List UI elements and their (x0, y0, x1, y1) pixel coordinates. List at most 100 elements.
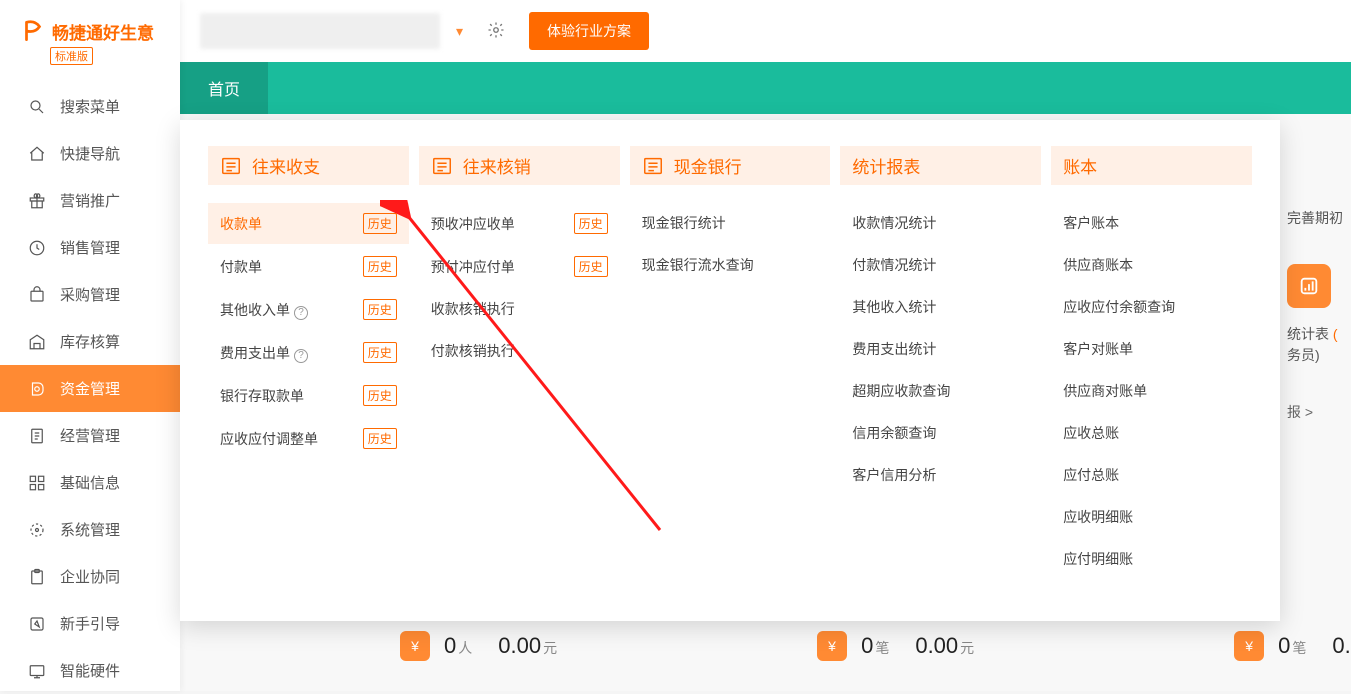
mega-item-3-0[interactable]: 收款情况统计 (840, 203, 1041, 243)
mega-item-label: 付款情况统计 (852, 255, 936, 275)
mega-item-0-4[interactable]: 银行存取款单 历史 (208, 375, 409, 416)
mega-item-4-0[interactable]: 客户账本 (1051, 203, 1252, 243)
sidebar-item-5[interactable]: 库存核算 (0, 318, 180, 365)
mega-item-label: 应收应付调整单 (220, 429, 318, 449)
sidebar-item-3[interactable]: 销售管理 (0, 224, 180, 271)
history-tag[interactable]: 历史 (363, 299, 397, 320)
history-tag[interactable]: 历史 (574, 213, 608, 234)
mega-item-label: 付款核销执行 (431, 341, 515, 361)
sidebar-item-0[interactable]: 搜索菜单 (0, 83, 180, 130)
sidebar-item-label: 资金管理 (60, 378, 120, 399)
mega-item-4-5[interactable]: 应收总账 (1051, 413, 1252, 453)
mega-item-2-1[interactable]: 现金银行流水查询 (630, 245, 831, 285)
history-tag[interactable]: 历史 (363, 213, 397, 234)
help-icon[interactable]: ? (294, 349, 308, 363)
right-edge-panel: 完善期初 统计表 ( 务员) 报 > (1281, 114, 1351, 691)
sidebar-item-12[interactable]: 智能硬件 (0, 647, 180, 694)
sidebar: 畅捷通好生意 标准版 搜索菜单快捷导航营销推广销售管理采购管理库存核算资金管理经… (0, 0, 180, 691)
mega-item-4-1[interactable]: 供应商账本 (1051, 245, 1252, 285)
money-icon (28, 380, 46, 398)
stats-icon[interactable] (1287, 264, 1331, 308)
yen-icon: ¥ (400, 631, 430, 661)
mega-col-4: 账本客户账本供应商账本应收应付余额查询客户对账单供应商对账单应收总账应付总账应收… (1051, 146, 1252, 581)
mega-col-head: 统计报表 (840, 146, 1041, 185)
home-icon (28, 145, 46, 163)
sidebar-item-label: 企业协同 (60, 566, 120, 587)
sidebar-item-2[interactable]: 营销推广 (0, 177, 180, 224)
sidebar-item-8[interactable]: 基础信息 (0, 459, 180, 506)
history-tag[interactable]: 历史 (363, 385, 397, 406)
sidebar-item-label: 采购管理 (60, 284, 120, 305)
stat-row: ¥ 0人 0.00元¥ 0笔 0.00元¥ 0笔 0.00元 (400, 631, 1331, 661)
mega-item-0-2[interactable]: 其他收入单? 历史 (208, 289, 409, 330)
mega-item-label: 收款核销执行 (431, 299, 515, 319)
mega-item-4-4[interactable]: 供应商对账单 (1051, 371, 1252, 411)
cta-button[interactable]: 体验行业方案 (529, 12, 649, 50)
mega-item-label: 现金银行统计 (642, 213, 726, 233)
mega-item-3-6[interactable]: 客户信用分析 (840, 455, 1041, 495)
mega-item-4-8[interactable]: 应付明细账 (1051, 539, 1252, 579)
mega-item-label: 银行存取款单 (220, 386, 304, 406)
sidebar-item-4[interactable]: 采购管理 (0, 271, 180, 318)
help-icon[interactable]: ? (294, 306, 308, 320)
mega-item-1-1[interactable]: 预付冲应付单历史 (419, 246, 620, 287)
gear-icon[interactable] (487, 21, 505, 42)
sidebar-item-11[interactable]: 新手引导 (0, 600, 180, 647)
history-tag[interactable]: 历史 (363, 256, 397, 277)
sidebar-item-label: 智能硬件 (60, 660, 120, 681)
mega-item-2-0[interactable]: 现金银行统计 (630, 203, 831, 243)
history-tag[interactable]: 历史 (363, 342, 397, 363)
top-bar: ▾ 体验行业方案 (180, 0, 1351, 62)
sidebar-menu: 搜索菜单快捷导航营销推广销售管理采购管理库存核算资金管理经营管理基础信息系统管理… (0, 75, 180, 694)
stat-card-1: ¥ 0笔 0.00元 (817, 631, 974, 661)
mega-item-1-2[interactable]: 收款核销执行 (419, 289, 620, 329)
mega-col-0: 往来收支收款单历史付款单历史其他收入单?历史费用支出单?历史银行存取款单历史应收… (208, 146, 409, 581)
history-tag[interactable]: 历史 (363, 428, 397, 449)
mega-item-label: 供应商对账单 (1063, 381, 1147, 401)
mega-item-0-0[interactable]: 收款单历史 (208, 203, 409, 244)
mega-item-3-3[interactable]: 费用支出统计 (840, 329, 1041, 369)
mega-item-1-3[interactable]: 付款核销执行 (419, 331, 620, 371)
compass-icon (28, 615, 46, 633)
edge-link[interactable]: 报 > (1287, 402, 1345, 422)
mega-item-3-4[interactable]: 超期应收款查询 (840, 371, 1041, 411)
mega-col-1: 往来核销预收冲应收单历史预付冲应付单历史收款核销执行付款核销执行 (419, 146, 620, 581)
edge-text-2: 统计表 ( 务员) (1287, 324, 1345, 366)
mega-item-label: 应收应付余额查询 (1063, 297, 1175, 317)
tab-home[interactable]: 首页 (180, 62, 268, 114)
stat-card-2: ¥ 0笔 0.00元 (1234, 631, 1351, 661)
tab-bar: 首页 (180, 62, 1351, 114)
mega-item-3-5[interactable]: 信用余额查询 (840, 413, 1041, 453)
mega-item-3-2[interactable]: 其他收入统计 (840, 287, 1041, 327)
history-tag[interactable]: 历史 (574, 256, 608, 277)
mega-item-1-0[interactable]: 预收冲应收单历史 (419, 203, 620, 244)
stat-card-0: ¥ 0人 0.00元 (400, 631, 557, 661)
mega-item-0-5[interactable]: 应收应付调整单 历史 (208, 418, 409, 459)
warehouse-icon (28, 333, 46, 351)
tv-icon (28, 662, 46, 680)
sidebar-item-9[interactable]: 系统管理 (0, 506, 180, 553)
mega-item-3-1[interactable]: 付款情况统计 (840, 245, 1041, 285)
sidebar-item-1[interactable]: 快捷导航 (0, 130, 180, 177)
stat-count: 0笔 (1278, 633, 1306, 659)
org-selector[interactable] (200, 13, 440, 49)
chevron-down-icon[interactable]: ▾ (456, 23, 463, 40)
stat-amount: 0.00元 (1332, 633, 1351, 659)
mega-col-2: 现金银行现金银行统计现金银行流水查询 (630, 146, 831, 581)
sidebar-item-10[interactable]: 企业协同 (0, 553, 180, 600)
mega-item-label: 现金银行流水查询 (642, 255, 754, 275)
mega-item-4-7[interactable]: 应收明细账 (1051, 497, 1252, 537)
yen-icon: ¥ (1234, 631, 1264, 661)
mega-item-0-1[interactable]: 付款单历史 (208, 246, 409, 287)
mega-item-label: 其他收入单? (220, 300, 308, 320)
sidebar-item-6[interactable]: 资金管理 (0, 365, 180, 412)
mega-item-4-6[interactable]: 应付总账 (1051, 455, 1252, 495)
mega-item-label: 客户信用分析 (852, 465, 936, 485)
mega-item-4-3[interactable]: 客户对账单 (1051, 329, 1252, 369)
sidebar-item-label: 新手引导 (60, 613, 120, 634)
sidebar-item-7[interactable]: 经营管理 (0, 412, 180, 459)
cart-icon (28, 239, 46, 257)
mega-item-4-2[interactable]: 应收应付余额查询 (1051, 287, 1252, 327)
mega-item-0-3[interactable]: 费用支出单?历史 (208, 332, 409, 373)
mega-col-head: 往来核销 (419, 146, 620, 185)
